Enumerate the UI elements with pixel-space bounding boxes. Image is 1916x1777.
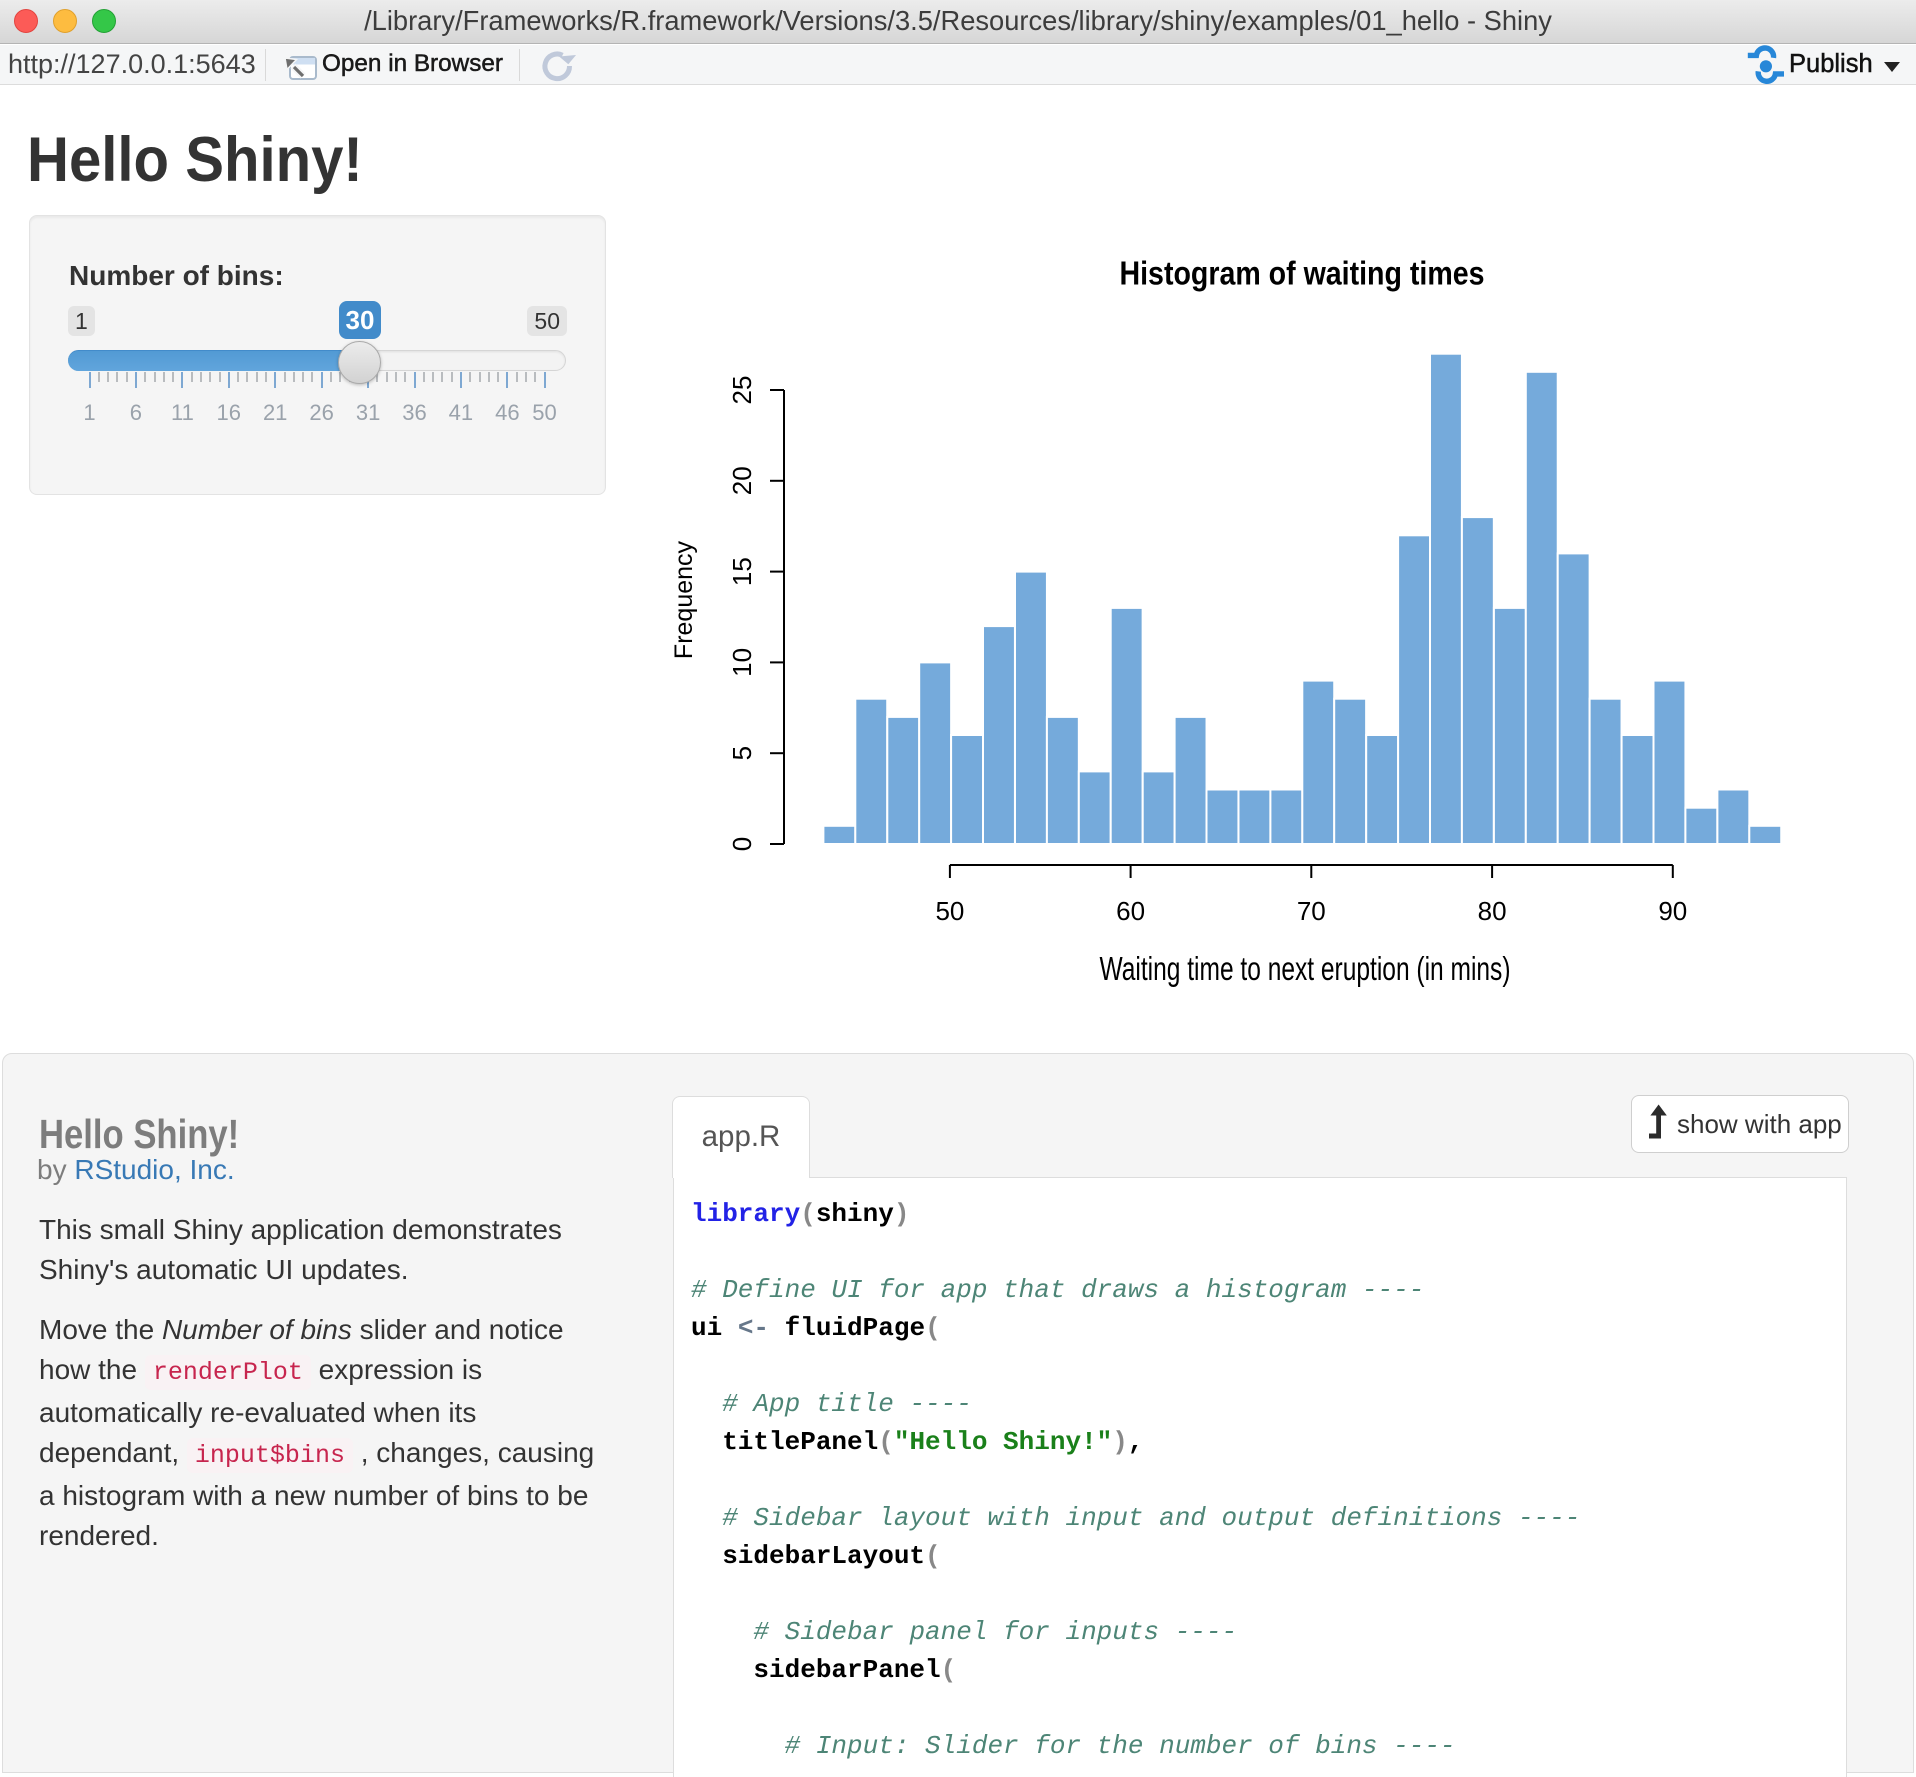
svg-text:90: 90	[1658, 896, 1687, 926]
svg-text:70: 70	[1297, 896, 1326, 926]
svg-text:25: 25	[727, 376, 757, 405]
svg-text:Frequency: Frequency	[670, 540, 698, 659]
svg-text:10: 10	[727, 648, 757, 677]
svg-text:0: 0	[727, 837, 757, 851]
svg-text:Waiting time to next eruption: Waiting time to next eruption (in mins)	[1100, 950, 1511, 987]
svg-text:50: 50	[935, 896, 964, 926]
svg-text:60: 60	[1116, 896, 1145, 926]
svg-text:80: 80	[1478, 896, 1507, 926]
svg-text:15: 15	[727, 557, 757, 586]
svg-text:20: 20	[727, 466, 757, 495]
svg-text:5: 5	[727, 746, 757, 760]
svg-text:Histogram of waiting times: Histogram of waiting times	[1120, 255, 1485, 292]
